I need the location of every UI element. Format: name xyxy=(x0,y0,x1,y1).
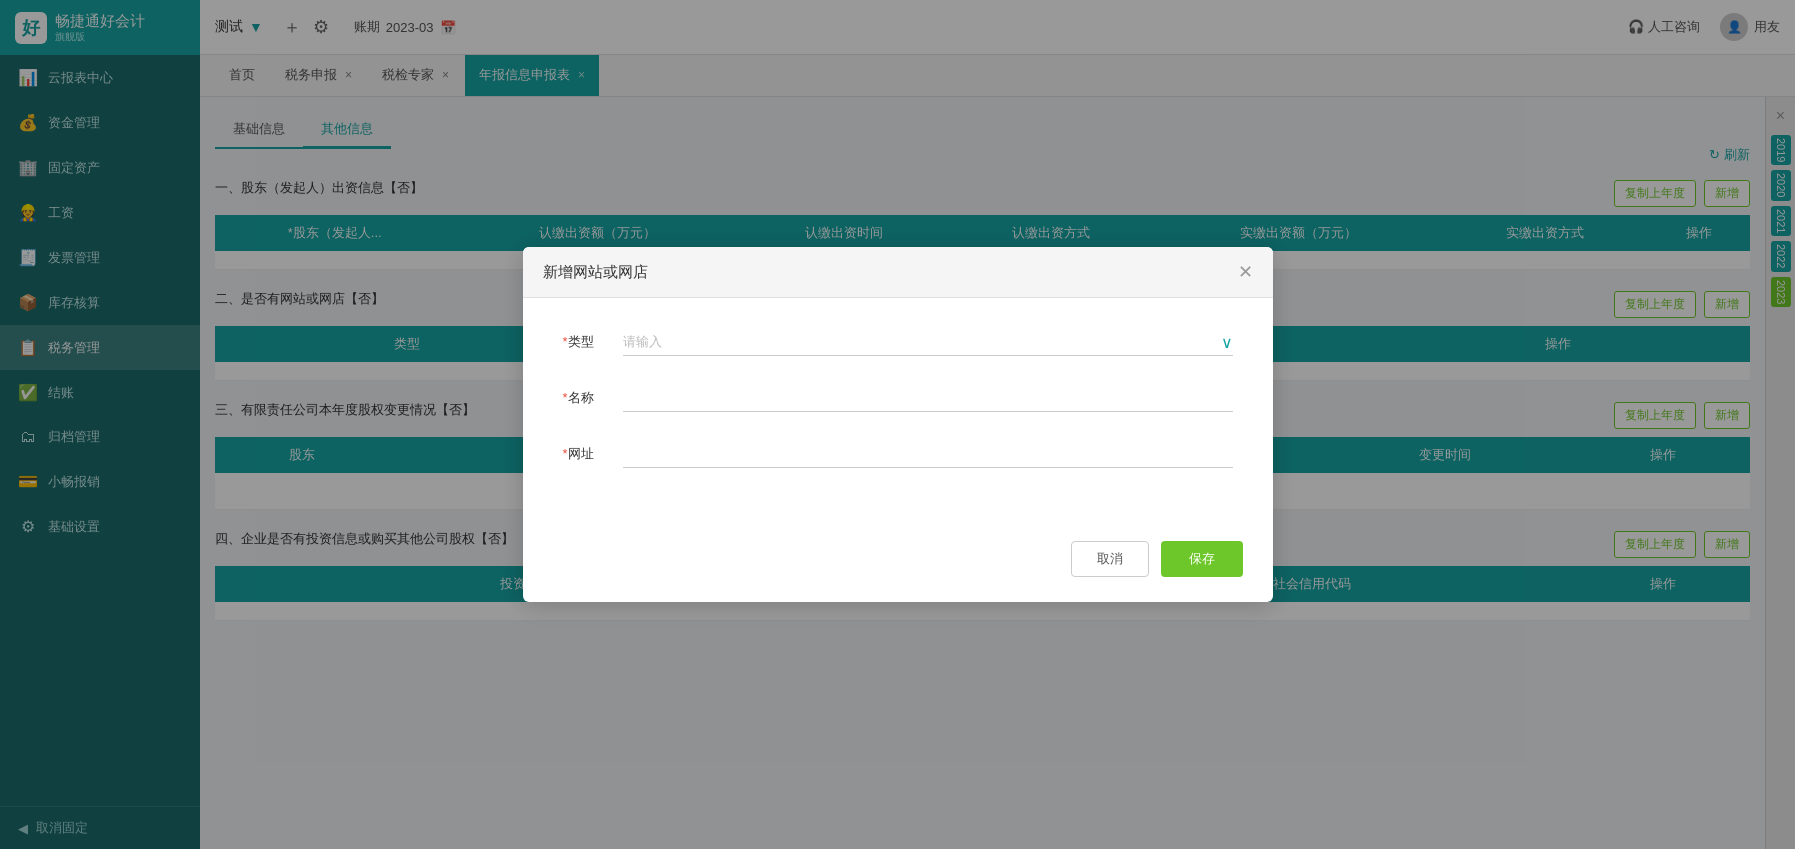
name-input[interactable] xyxy=(623,384,1233,412)
cancel-button[interactable]: 取消 xyxy=(1071,541,1149,577)
required-star: * xyxy=(563,390,568,405)
dialog-body: *类型 ∨ *名称 *网址 xyxy=(523,298,1273,526)
required-star: * xyxy=(563,446,568,461)
type-dropdown-icon[interactable]: ∨ xyxy=(1221,333,1233,352)
dialog-footer: 取消 保存 xyxy=(523,526,1273,602)
dialog-overlay: 新增网站或网店 ✕ *类型 ∨ *名称 xyxy=(0,0,1795,849)
name-input-wrap xyxy=(623,384,1233,412)
name-label: *名称 xyxy=(563,389,623,407)
dialog-header: 新增网站或网店 ✕ xyxy=(523,247,1273,298)
dialog-title: 新增网站或网店 xyxy=(543,263,648,282)
type-label: *类型 xyxy=(563,333,623,351)
url-input[interactable] xyxy=(623,440,1233,468)
type-input-wrap: ∨ xyxy=(623,328,1233,356)
dialog-close-icon[interactable]: ✕ xyxy=(1238,261,1253,283)
form-row-type: *类型 ∨ xyxy=(563,328,1233,356)
form-row-name: *名称 xyxy=(563,384,1233,412)
url-input-wrap xyxy=(623,440,1233,468)
type-input[interactable] xyxy=(623,328,1233,356)
add-website-dialog: 新增网站或网店 ✕ *类型 ∨ *名称 xyxy=(523,247,1273,602)
url-label: *网址 xyxy=(563,445,623,463)
required-star: * xyxy=(563,334,568,349)
form-row-url: *网址 xyxy=(563,440,1233,468)
save-button[interactable]: 保存 xyxy=(1161,541,1243,577)
